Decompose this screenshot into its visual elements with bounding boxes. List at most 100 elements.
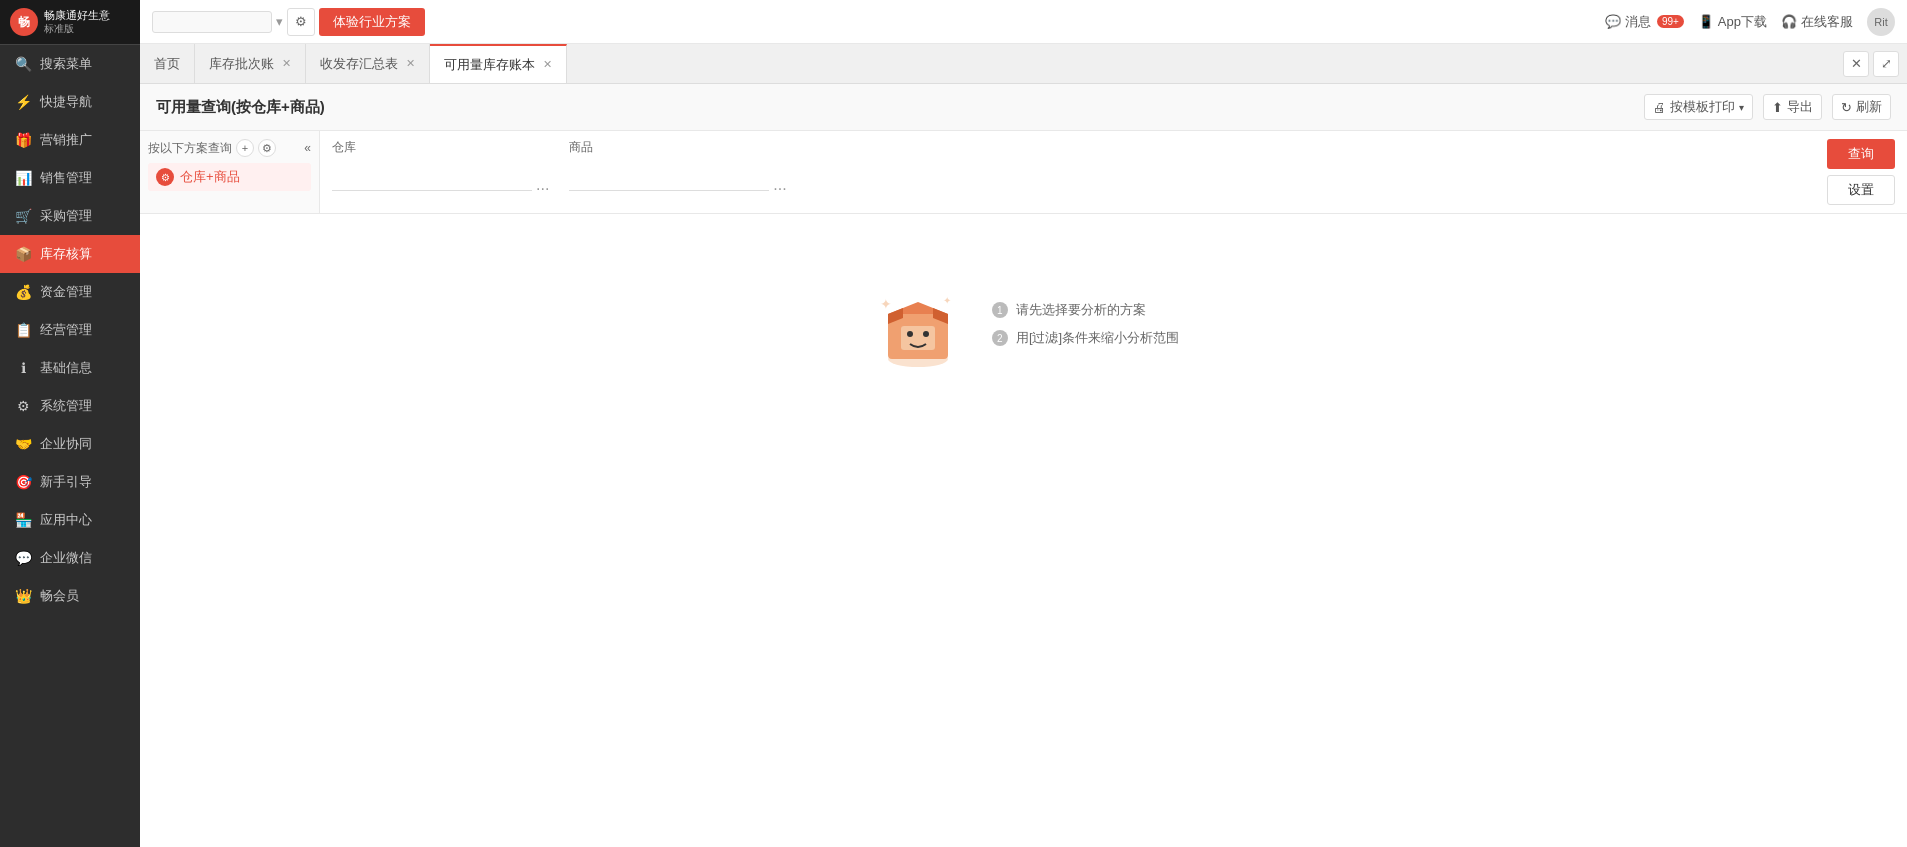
warehouse-label: 仓库 [332,139,549,156]
sidebar-icon: 📦 [14,246,32,262]
tab-label: 库存批次账 [209,55,274,73]
tab-close-icon[interactable]: ✕ [543,58,552,71]
tab-库存批次账[interactable]: 库存批次账 ✕ [195,44,306,83]
tab-收发存汇总表[interactable]: 收发存汇总表 ✕ [306,44,430,83]
page-title: 可用量查询(按仓库+商品) [156,98,325,117]
trial-button[interactable]: 体验行业方案 [319,8,425,36]
sidebar-item-应用中心[interactable]: 🏪应用中心 [0,501,140,539]
warehouse-more-icon[interactable]: ··· [536,180,549,198]
tabs-actions: ✕ ⤢ [1843,51,1907,77]
content-area: 可用量查询(按仓库+商品) 🖨 按模板打印 ▾ ⬆ 导出 ↻ 刷新 [140,84,1907,847]
svg-point-6 [907,331,913,337]
filter-field-product: 商品 ··· [569,139,786,198]
sidebar-item-label: 搜索菜单 [40,55,92,73]
sidebar-icon: 🔍 [14,56,32,72]
sidebar-item-新手引导[interactable]: 🎯 新手引导 [0,463,140,501]
sidebar: 畅 畅康通好生意 标准版 🔍 搜索菜单 ⚡快捷导航🎁营销推广📊销售管理🛒采购管理 📦 库… [0,0,140,847]
product-more-icon[interactable]: ··· [773,180,786,198]
phone-icon: 📱 [1698,14,1714,29]
sidebar-item-库存核算[interactable]: 📦 库存核算 [0,235,140,273]
export-button[interactable]: ⬆ 导出 [1763,94,1822,120]
topbar-right: 💬 消息 99+ 📱 App下载 🎧 在线客服 Rit [1605,8,1895,36]
tabs-container: 首页库存批次账✕收发存汇总表✕可用量库存账本✕ [140,44,567,83]
avatar-image: Rit [1867,8,1895,36]
sidebar-item-系统管理[interactable]: ⚙系统管理 [0,387,140,425]
sidebar-icon: 🎯 [14,474,32,490]
add-scheme-button[interactable]: + [236,139,254,157]
sidebar-item-基础信息[interactable]: ℹ 基础信息 [0,349,140,387]
svg-point-7 [923,331,929,337]
user-avatar[interactable]: Rit [1867,8,1895,36]
sidebar-item-销售管理[interactable]: 📊销售管理 [0,159,140,197]
sidebar-item-搜索菜单[interactable]: 🔍 搜索菜单 [0,45,140,83]
tab-close-icon[interactable]: ✕ [282,57,291,70]
scheme-items-container: ⚙仓库+商品 [148,163,311,191]
warehouse-input[interactable] [332,167,532,191]
breadcrumb-input[interactable] [152,11,272,33]
print-button[interactable]: 🖨 按模板打印 ▾ [1644,94,1753,120]
sidebar-item-label: 新手引导 [40,473,92,491]
headset-icon: 🎧 [1781,14,1797,29]
sidebar-item-label: 企业协同 [40,435,92,453]
tip-number-2: 2 [992,330,1008,346]
online-service-button[interactable]: 🎧 在线客服 [1781,13,1853,31]
empty-illustration: ✦ ✦ [868,274,968,374]
sidebar-item-label: 快捷导航 [40,93,92,111]
sidebar-item-企业协同[interactable]: 🤝 企业协同 [0,425,140,463]
gear-button[interactable]: ⚙ [287,8,315,36]
breadcrumb-chevron-icon[interactable]: ▾ [276,14,283,29]
brand-area: 畅 畅康通好生意 标准版 [0,0,140,45]
app-download-button[interactable]: 📱 App下载 [1698,13,1767,31]
sidebar-item-label: 营销推广 [40,131,92,149]
sidebar-item-label: 资金管理 [40,283,92,301]
topbar: ▾ ⚙ 体验行业方案 💬 消息 99+ 📱 App下载 🎧 在线客服 [140,0,1907,44]
empty-tip-2: 2 用[过滤]条件来缩小分析范围 [992,329,1179,347]
collapse-button[interactable]: « [304,141,311,155]
refresh-icon: ↻ [1841,100,1852,115]
brand-icon: 畅 [10,8,38,36]
tab-label: 收发存汇总表 [320,55,398,73]
sidebar-icon: ℹ [14,360,32,376]
sidebar-icon: 🤝 [14,436,32,452]
close-tab-button[interactable]: ✕ [1843,51,1869,77]
sidebar-item-畅会员[interactable]: 👑 畅会员 [0,577,140,615]
page-header: 可用量查询(按仓库+商品) 🖨 按模板打印 ▾ ⬆ 导出 ↻ 刷新 [140,84,1907,131]
maximize-button[interactable]: ⤢ [1873,51,1899,77]
sidebar-item-快捷导航[interactable]: ⚡快捷导航 [0,83,140,121]
tab-close-icon[interactable]: ✕ [406,57,415,70]
setting-scheme-button[interactable]: ⚙ [258,139,276,157]
product-input[interactable] [569,167,769,191]
sidebar-icon: 📊 [14,170,32,186]
messages-button[interactable]: 💬 消息 99+ [1605,13,1684,31]
sidebar-item-label: 采购管理 [40,207,92,225]
sidebar-item-资金管理[interactable]: 💰 资金管理 [0,273,140,311]
scheme-item[interactable]: ⚙仓库+商品 [148,163,311,191]
tab-label: 首页 [154,55,180,73]
filter-schemes-label: 按以下方案查询 [148,140,232,157]
tab-首页[interactable]: 首页 [140,44,195,83]
sidebar-icon: 👑 [14,588,32,604]
sidebar-item-label: 库存核算 [40,245,92,263]
sidebar-item-label: 基础信息 [40,359,92,377]
sidebar-item-label: 畅会员 [40,587,79,605]
sidebar-item-企业微信[interactable]: 💬企业微信 [0,539,140,577]
settings-button[interactable]: 设置 [1827,175,1895,205]
sidebar-item-营销推广[interactable]: 🎁营销推广 [0,121,140,159]
query-button[interactable]: 查询 [1827,139,1895,169]
export-icon: ⬆ [1772,100,1783,115]
sidebar-item-经营管理[interactable]: 📋经营管理 [0,311,140,349]
refresh-button[interactable]: ↻ 刷新 [1832,94,1891,120]
filter-actions: 查询 设置 [1815,131,1907,213]
filter-field-warehouse: 仓库 ··· [332,139,549,198]
svg-text:✦: ✦ [880,296,892,312]
empty-tip-1: 1 请先选择要分析的方案 [992,301,1179,319]
tip-number-1: 1 [992,302,1008,318]
sidebar-scroll: 🔍 搜索菜单 ⚡快捷导航🎁营销推广📊销售管理🛒采购管理 📦 库存核算 💰 资金管理 📋经营管理… [0,45,140,847]
sidebar-icon: 🏪 [14,512,32,528]
sidebar-icon: 📋 [14,322,32,338]
sidebar-icon: 💰 [14,284,32,300]
tab-可用量库存账本[interactable]: 可用量库存账本✕ [430,44,567,83]
empty-state: ✦ ✦ 1 请先选择要分析的方案 2 用[过滤]条件来缩小分析范围 [140,214,1907,434]
sidebar-item-采购管理[interactable]: 🛒采购管理 [0,197,140,235]
filter-fields: 仓库 ··· 商品 ··· [320,131,1815,213]
